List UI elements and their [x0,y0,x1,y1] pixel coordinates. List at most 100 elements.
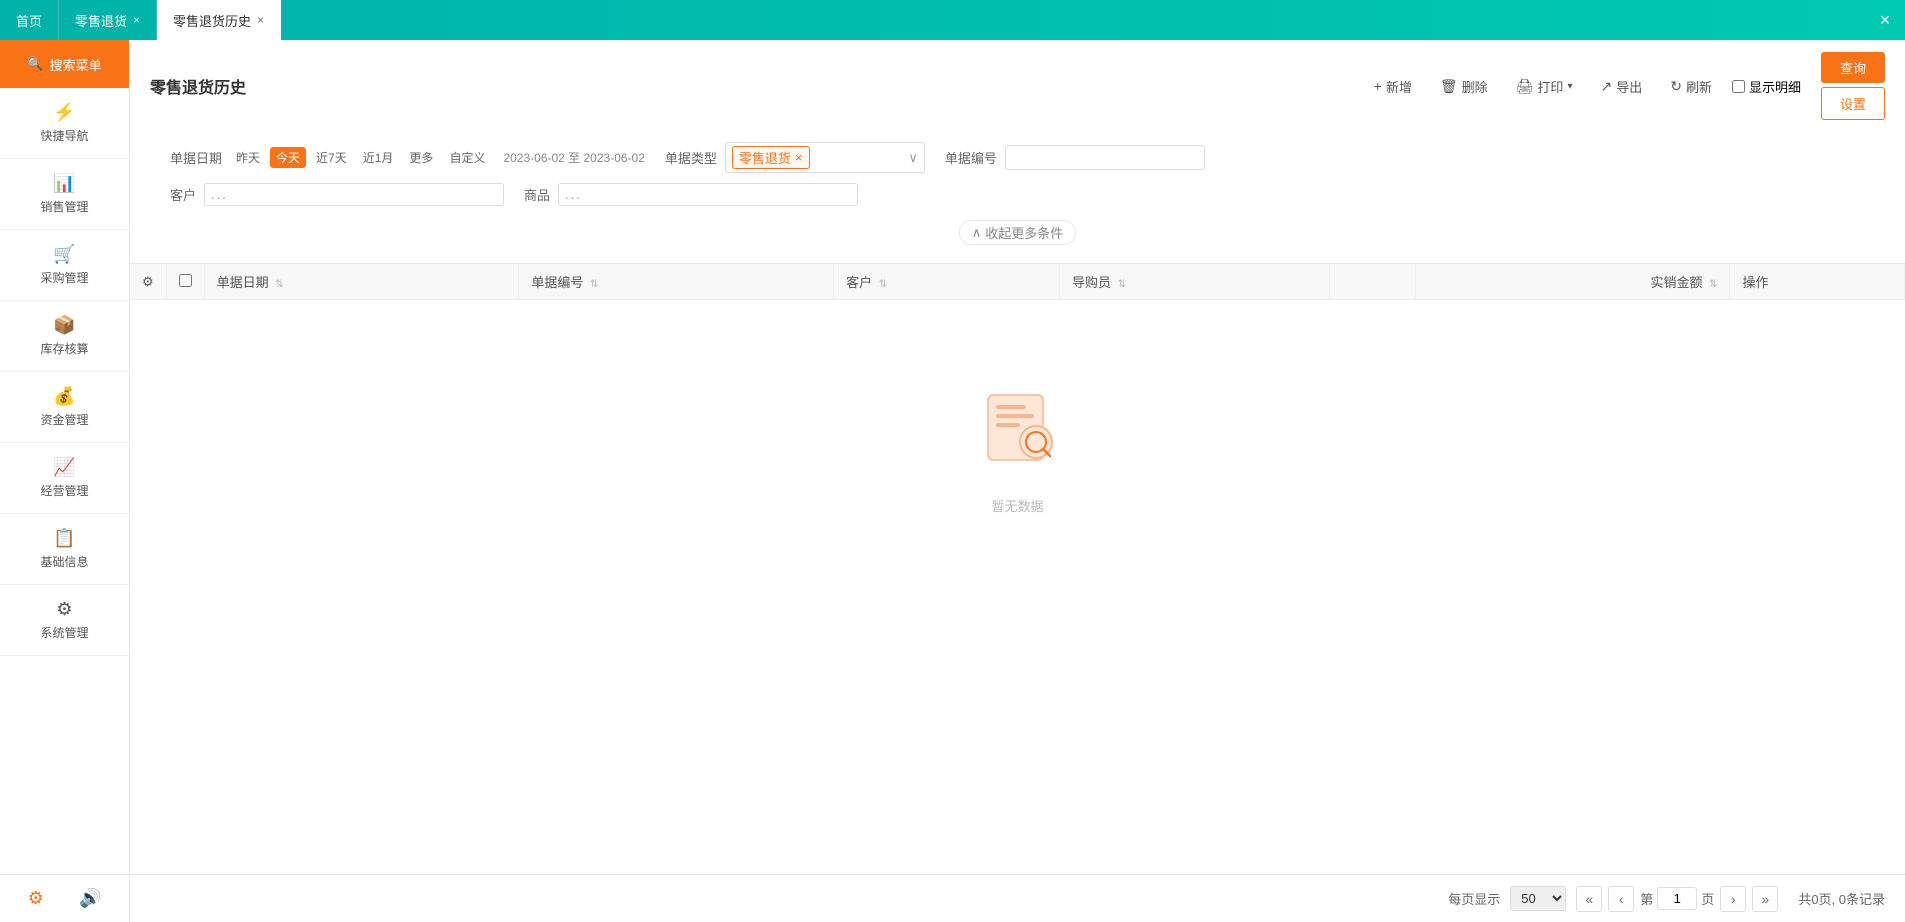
sidebar-item-inventory[interactable]: 📦 库存核算 [0,301,129,372]
prev-page-button[interactable]: ‹ [1608,886,1634,912]
print-button[interactable]: 🖨 打印 ▾ [1508,73,1581,100]
filter-row-1: 单据日期 昨天 今天 近7天 近1月 更多 自定义 2023-06-02 至 2… [170,142,1865,173]
next-page-button[interactable]: › [1720,886,1746,912]
system-icon: ⚙ [56,599,72,620]
th-guide[interactable]: 导购员 ⇅ [1059,264,1329,300]
new-button[interactable]: + 新增 [1366,73,1420,100]
th-bill-no[interactable]: 单据编号 ⇅ [519,264,834,300]
first-page-button[interactable]: « [1576,886,1602,912]
display-detail-label: 显示明细 [1749,77,1801,96]
window-close-button[interactable]: × [1865,0,1905,40]
th-checkbox[interactable] [166,264,204,300]
goods-select[interactable]: ... [558,183,858,206]
tab-retail-return-close[interactable]: × [133,13,140,27]
table-settings-icon[interactable]: ⚙ [142,274,154,289]
sales-icon: 📊 [53,173,75,194]
sidebar-item-basic-info[interactable]: 📋 基础信息 [0,514,129,585]
collapse-up-icon: ∧ [972,225,982,241]
date-range-display: 2023-06-02 至 2023-06-02 [503,149,644,166]
th-actual-amount[interactable]: 实销金额 ⇅ [1415,264,1730,300]
th-actual-amount-label: 实销金额 [1650,275,1702,290]
select-all-checkbox[interactable] [179,274,192,287]
pagination-bar: 每页显示 50 20 100 200 « ‹ 第 页 › » 共0页, 0条记录 [130,874,1905,922]
sidebar: 🔍 搜索菜单 ⚡ 快捷导航 📊 销售管理 🛒 采购管理 📦 库存核算 💰 [0,40,130,922]
settings-bottom-icon[interactable]: ⚙ [28,888,44,909]
date-opt-7days[interactable]: 近7天 [310,147,353,168]
sidebar-item-basic-info-label: 基础信息 [40,553,88,570]
sidebar-item-system-label: 系统管理 [40,624,88,641]
customer-filter: 客户 ... [170,183,504,206]
th-settings[interactable]: ⚙ [130,264,166,300]
page-label: 第 [1640,889,1653,908]
sidebar-menu: ⚡ 快捷导航 📊 销售管理 🛒 采购管理 📦 库存核算 💰 资金管理 📈 [0,88,129,874]
bill-type-label: 单据类型 [665,148,717,167]
print-icon: 🖨 [1516,78,1534,95]
data-table: ⚙ 单据日期 ⇅ 单据编号 ⇅ [130,264,1905,300]
bill-type-tag-close[interactable]: × [795,150,803,165]
page-info: 第 页 [1640,887,1714,910]
tab-retail-return-history[interactable]: 零售退货历史 × [157,0,281,40]
operations-icon: 📈 [53,457,75,478]
th-bill-date[interactable]: 单据日期 ⇅ [204,264,519,300]
delete-label: 删除 [1462,77,1488,96]
tab-retail-return-label: 零售退货 [75,11,127,30]
refresh-button[interactable]: ↻ 刷新 [1662,73,1720,100]
date-opt-custom[interactable]: 自定义 [443,147,491,168]
refresh-icon: ↻ [1670,78,1682,95]
filter-area: 单据日期 昨天 今天 近7天 近1月 更多 自定义 2023-06-02 至 2… [150,132,1885,263]
th-bill-no-label: 单据编号 [531,275,583,290]
date-opt-today[interactable]: 今天 [270,147,306,168]
filter-row-2: 客户 ... 商品 ... [170,183,1865,206]
bill-no-input[interactable] [1005,145,1205,170]
sidebar-search[interactable]: 🔍 搜索菜单 [0,40,129,88]
toolbar: + 新增 🗑 删除 🖨 打印 ▾ ↗ 导出 [1366,52,1885,120]
sidebar-item-system[interactable]: ⚙ 系统管理 [0,585,129,656]
sidebar-item-quick-nav-label: 快捷导航 [40,127,88,144]
customer-sort-icon: ⇅ [879,279,887,290]
delete-icon: 🗑 [1440,78,1458,95]
actual-amount-sort-icon: ⇅ [1709,279,1717,290]
page-number-input[interactable] [1657,887,1697,910]
sidebar-item-sales[interactable]: 📊 销售管理 [0,159,129,230]
export-button[interactable]: ↗ 导出 [1592,73,1650,100]
bill-type-filter: 单据类型 零售退货 × ∨ [665,142,925,173]
content-area: 零售退货历史 + 新增 🗑 删除 🖨 打印 ▾ [130,40,1905,922]
page-title-row: 零售退货历史 + 新增 🗑 删除 🖨 打印 ▾ [150,52,1885,120]
export-label: 导出 [1616,77,1642,96]
per-page-select[interactable]: 50 20 100 200 [1510,886,1566,911]
new-label: 新增 [1386,77,1412,96]
sidebar-item-operations-label: 经营管理 [40,482,88,499]
th-action: 操作 [1730,264,1905,300]
query-button[interactable]: 查询 [1821,52,1885,83]
sidebar-item-purchase[interactable]: 🛒 采购管理 [0,230,129,301]
sidebar-item-operations[interactable]: 📈 经营管理 [0,443,129,514]
customer-select[interactable]: ... [204,183,504,206]
bill-type-select[interactable]: 零售退货 × ∨ [725,142,925,173]
display-detail-checkbox[interactable] [1732,80,1745,93]
tab-home[interactable]: 首页 [0,0,59,40]
sidebar-item-quick-nav[interactable]: ⚡ 快捷导航 [0,88,129,159]
display-detail-wrap: 显示明细 [1732,77,1801,96]
page-title: 零售退货历史 [150,74,246,98]
tab-retail-return-history-close[interactable]: × [257,13,264,27]
last-page-button[interactable]: » [1752,886,1778,912]
delete-button[interactable]: 🗑 删除 [1432,73,1496,100]
page-total: 共0页, 0条记录 [1798,889,1885,908]
sidebar-item-finance[interactable]: 💰 资金管理 [0,372,129,443]
purchase-icon: 🛒 [53,244,75,265]
customer-dots: ... [211,187,228,202]
volume-bottom-icon[interactable]: 🔊 [79,888,101,909]
print-label: 打印 [1537,77,1563,96]
empty-icon [968,380,1068,480]
tab-retail-return[interactable]: 零售退货 × [59,0,157,40]
page-nav: « ‹ 第 页 › » [1576,886,1778,912]
th-action-label: 操作 [1742,275,1768,290]
date-opt-1month[interactable]: 近1月 [357,147,400,168]
settings-button[interactable]: 设置 [1821,87,1885,120]
date-opt-yesterday[interactable]: 昨天 [230,147,266,168]
empty-state: 暂无数据 [130,300,1905,595]
th-customer[interactable]: 客户 ⇅ [834,264,1060,300]
bill-type-tag-text: 零售退货 [739,148,791,167]
date-opt-more[interactable]: 更多 [403,147,439,168]
collapse-button[interactable]: ∧ 收起更多条件 [959,220,1077,245]
